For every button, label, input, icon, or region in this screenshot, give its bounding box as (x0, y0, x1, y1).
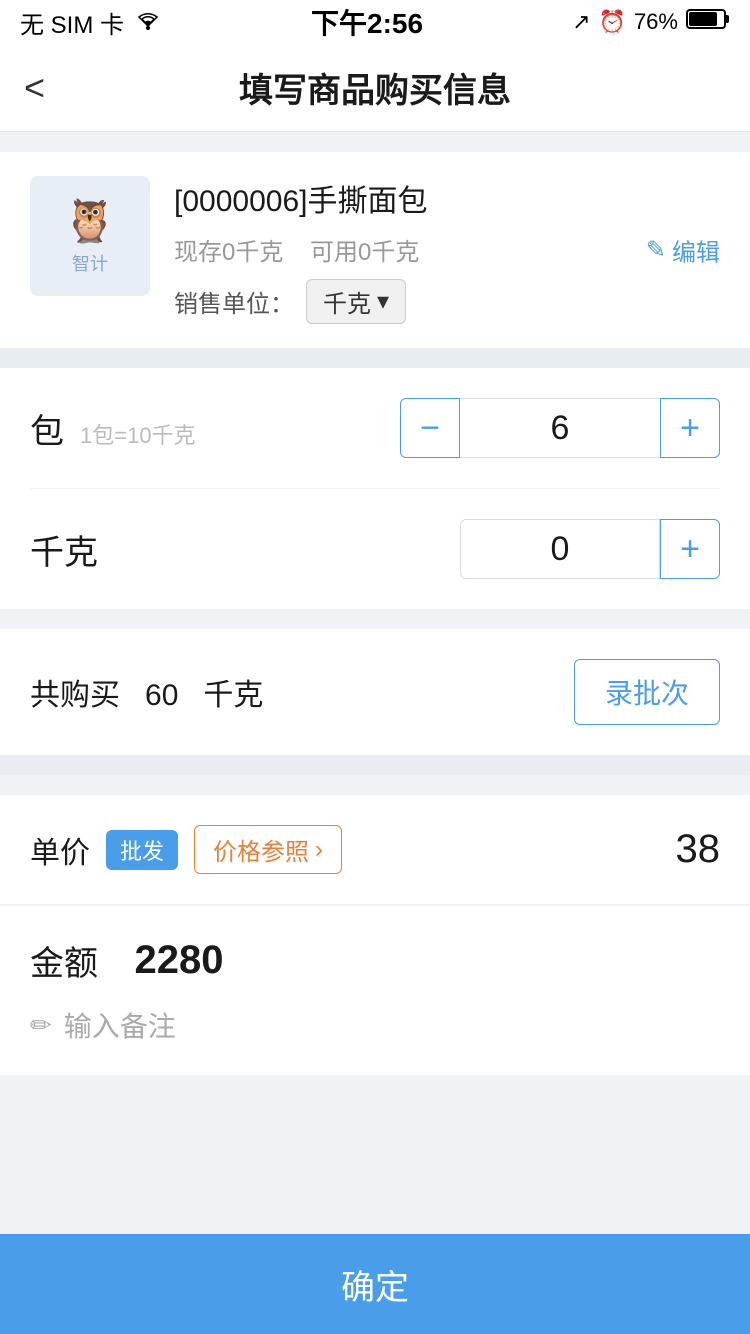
batch-button[interactable]: 录批次 (574, 659, 720, 725)
back-button[interactable]: < (24, 67, 45, 109)
product-stock: 现存0千克 可用0千克 (174, 232, 720, 267)
total-section: 共购买 60 千克 录批次 (0, 629, 750, 755)
product-info: [0000006]手撕面包 现存0千克 可用0千克 销售单位： 千克 ▾ (174, 176, 720, 324)
price-left: 单价 批发 价格参照 › (30, 825, 342, 874)
bag-increment-button[interactable]: + (660, 398, 720, 458)
available-label: 可用0千克 (310, 239, 419, 266)
product-unit-row: 销售单位： 千克 ▾ (174, 279, 720, 324)
product-owl-icon: 🦉 (64, 197, 116, 246)
price-ref-button[interactable]: 价格参照 › (194, 825, 342, 874)
bag-increment-icon: + (680, 409, 700, 448)
note-row[interactable]: ✏ 输入备注 (30, 1005, 720, 1045)
section-divider-2 (0, 755, 750, 775)
total-amount: 60 (145, 679, 178, 712)
unit-chevron-icon: ▾ (377, 287, 389, 316)
input-section: 包 1包=10千克 − + 千克 + (0, 368, 750, 609)
total-prefix: 共购买 (30, 679, 120, 712)
bag-value-input[interactable] (460, 398, 660, 458)
price-label: 单价 (30, 828, 90, 872)
edit-label: 编辑 (672, 233, 720, 268)
status-right: ↗ ⏰ 76% (572, 8, 730, 36)
bag-label: 包 1包=10千克 (30, 404, 196, 453)
stock-label: 现存0千克 (174, 239, 283, 266)
bag-decrement-icon: − (420, 409, 440, 448)
kg-row: 千克 + (30, 489, 720, 609)
unit-value: 千克 (323, 284, 371, 319)
battery-percent: 76% (634, 9, 678, 35)
note-icon: ✏ (30, 1010, 52, 1041)
product-brand-text: 智计 (72, 250, 108, 276)
confirm-bar[interactable]: 确定 (0, 1234, 750, 1334)
total-unit: 千克 (203, 679, 263, 712)
back-icon: < (24, 67, 45, 108)
kg-stepper: + (460, 519, 720, 579)
amount-label: 金额 (30, 936, 98, 985)
wifi-icon (134, 8, 162, 37)
kg-increment-button[interactable]: + (660, 519, 720, 579)
kg-value-input[interactable] (460, 519, 660, 579)
alarm-icon: ⏰ (599, 9, 626, 35)
amount-value: 2280 (134, 938, 223, 983)
bag-label-sub: 1包=10千克 (80, 418, 196, 450)
kg-label: 千克 (30, 525, 98, 574)
total-text: 共购买 60 千克 (30, 670, 263, 714)
price-value: 38 (676, 827, 721, 872)
nav-bar: < 填写商品购买信息 (0, 44, 750, 132)
product-name: [0000006]手撕面包 (174, 176, 720, 220)
product-card: 🦉 智计 [0000006]手撕面包 现存0千克 可用0千克 销售单位： 千克 … (0, 152, 750, 348)
batch-label: 录批次 (605, 678, 689, 709)
carrier-label: 无 SIM 卡 (20, 5, 124, 40)
edit-icon: ✎ (646, 236, 666, 265)
status-time: 下午2:56 (311, 2, 423, 42)
amount-section: 金额 2280 ✏ 输入备注 (0, 906, 750, 1075)
location-icon: ↗ (572, 9, 590, 35)
price-ref-label: 价格参照 (213, 832, 309, 867)
unit-badge[interactable]: 千克 ▾ (306, 279, 406, 324)
status-left: 无 SIM 卡 (20, 5, 162, 40)
amount-row: 金额 2280 (30, 936, 720, 985)
kg-increment-icon: + (680, 530, 700, 569)
price-section: 单价 批发 价格参照 › 38 (0, 795, 750, 904)
confirm-label: 确定 (341, 1260, 409, 1309)
bag-label-main: 包 (30, 404, 64, 453)
unit-label: 销售单位： (174, 284, 294, 319)
battery-icon (686, 8, 730, 36)
kg-label-main: 千克 (30, 525, 98, 574)
bag-stepper: − + (400, 398, 720, 458)
bag-row: 包 1包=10千克 − + (30, 368, 720, 489)
bag-decrement-button[interactable]: − (400, 398, 460, 458)
page-title: 填写商品购买信息 (239, 63, 511, 112)
status-bar: 无 SIM 卡 下午2:56 ↗ ⏰ 76% (0, 0, 750, 44)
price-type-badge: 批发 (106, 830, 178, 870)
product-thumbnail: 🦉 智计 (30, 176, 150, 296)
price-ref-arrow-icon: › (315, 836, 323, 864)
edit-button[interactable]: ✎ 编辑 (646, 233, 720, 268)
section-divider-1 (0, 348, 750, 368)
note-placeholder: 输入备注 (64, 1005, 176, 1045)
